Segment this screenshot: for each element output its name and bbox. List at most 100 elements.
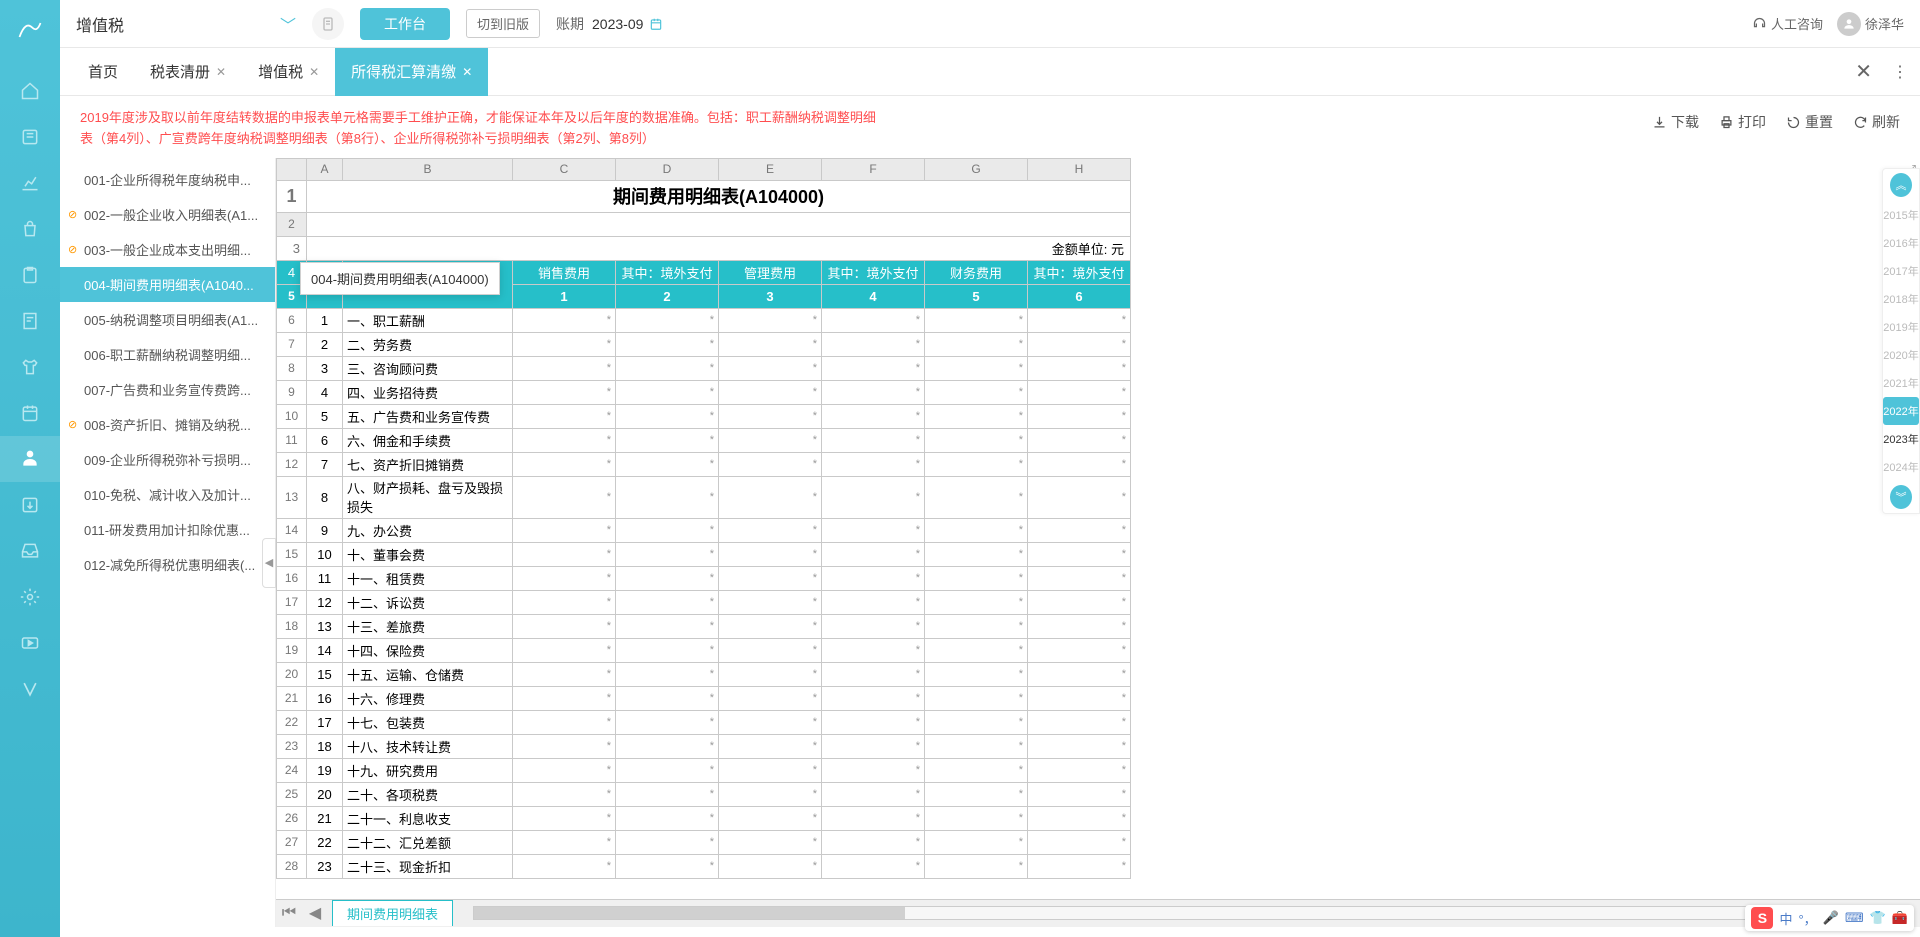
tab-label: 所得税汇算清缴 (351, 61, 456, 82)
form-list-item[interactable]: 006-职工薪酬纳税调整明细... (60, 337, 275, 372)
table-row[interactable]: 2116十六、修理费****** (277, 686, 1131, 710)
print-button[interactable]: 打印 (1719, 112, 1766, 132)
tab-3[interactable]: 所得税汇算清缴 ✕ (335, 48, 488, 96)
table-row[interactable]: 2217十七、包装费****** (277, 710, 1131, 734)
nav-clipboard-icon[interactable] (0, 252, 60, 298)
year-up-icon[interactable]: ︽ (1890, 173, 1912, 197)
table-row[interactable]: 2621二十一、利息收支****** (277, 806, 1131, 830)
doc-icon-button[interactable] (312, 8, 344, 40)
table-row[interactable]: 1813十三、差旅费****** (277, 614, 1131, 638)
period-picker[interactable]: 2023-09 (592, 16, 663, 32)
ime-tool-icon[interactable]: 🧰 (1892, 910, 1908, 926)
nav-home-icon[interactable] (0, 68, 60, 114)
form-item-label: 004-期间费用明细表(A1040... (84, 278, 254, 293)
nav-settings-icon[interactable] (0, 574, 60, 620)
table-row[interactable]: 72二、劳务费****** (277, 332, 1131, 356)
close-icon[interactable]: ✕ (462, 65, 472, 79)
close-icon[interactable]: ✕ (216, 65, 226, 79)
sheet-tab-first-icon[interactable]: ⏮ (276, 904, 302, 922)
download-button[interactable]: 下载 (1652, 112, 1699, 132)
table-row[interactable]: 127七、资产折旧摊销费****** (277, 452, 1131, 476)
year-button[interactable]: 2023年 (1883, 425, 1919, 453)
refresh-button[interactable]: 刷新 (1853, 112, 1900, 132)
tab-more-icon[interactable]: ⋮ (1892, 62, 1908, 82)
year-button[interactable]: 2015年 (1883, 201, 1919, 229)
year-button[interactable]: 2018年 (1883, 285, 1919, 313)
form-list-item[interactable]: 011-研发费用加计扣除优惠... (60, 512, 275, 547)
form-list-item[interactable]: 004-期间费用明细表(A1040... (60, 267, 275, 302)
sheet-tab[interactable]: 期间费用明细表 (332, 900, 453, 926)
form-list-item[interactable]: 005-纳税调整项目明细表(A1... (60, 302, 275, 337)
table-row[interactable]: 1510十、董事会费****** (277, 542, 1131, 566)
year-button[interactable]: 2021年 (1883, 369, 1919, 397)
table-row[interactable]: 2015十五、运输、仓储费****** (277, 662, 1131, 686)
tab-label: 首页 (88, 61, 118, 82)
consult-button[interactable]: 人工咨询 (1752, 14, 1823, 33)
company-select[interactable]: 增值税 ﹀ (76, 12, 296, 36)
close-icon[interactable]: ✕ (309, 65, 319, 79)
tab-1[interactable]: 税表清册 ✕ (134, 48, 242, 96)
form-list-item[interactable]: 012-减免所得税优惠明细表(... (60, 547, 275, 582)
nav-shirt-icon[interactable] (0, 344, 60, 390)
workbench-button[interactable]: 工作台 (360, 8, 450, 40)
nav-receipt-icon[interactable] (0, 298, 60, 344)
table-row[interactable]: 138八、财产损耗、盘亏及毁损损失****** (277, 476, 1131, 518)
table-row[interactable]: 149九、办公费****** (277, 518, 1131, 542)
ime-skin-icon[interactable]: 👕 (1870, 910, 1886, 926)
form-list-item[interactable]: ⊘008-资产折旧、摊销及纳税... (60, 407, 275, 442)
form-list-item[interactable]: 007-广告费和业务宣传费跨... (60, 372, 275, 407)
ime-keyboard-icon[interactable]: ⌨ (1845, 910, 1864, 926)
nav-inbox-icon[interactable] (0, 528, 60, 574)
nav-book-icon[interactable] (0, 114, 60, 160)
ime-logo-icon[interactable]: S (1751, 907, 1773, 929)
year-button[interactable]: 2022年 (1883, 397, 1919, 425)
tab-0[interactable]: 首页 (72, 48, 134, 96)
collapse-form-list-button[interactable]: ◀ (262, 538, 276, 588)
user-menu[interactable]: 徐泽华 (1837, 12, 1904, 36)
form-list-item[interactable]: 001-企业所得税年度纳税申... (60, 162, 275, 197)
table-row[interactable]: 116六、佣金和手续费****** (277, 428, 1131, 452)
close-all-tabs-button[interactable]: ✕ (1847, 59, 1880, 84)
nav-bag-icon[interactable] (0, 206, 60, 252)
ime-mic-icon[interactable]: 🎤 (1823, 910, 1839, 926)
form-list-item[interactable]: ⊘003-一般企业成本支出明细... (60, 232, 275, 267)
form-list-item[interactable]: ⊘002-一般企业收入明细表(A1... (60, 197, 275, 232)
nav-tax-icon[interactable] (0, 436, 60, 482)
table-row[interactable]: 83三、咨询顾问费****** (277, 356, 1131, 380)
nav-export-icon[interactable] (0, 482, 60, 528)
year-down-icon[interactable]: ︾ (1890, 485, 1912, 509)
nav-video-icon[interactable] (0, 620, 60, 666)
year-button[interactable]: 2019年 (1883, 313, 1919, 341)
form-list-item[interactable]: 010-免税、减计收入及加计... (60, 477, 275, 512)
tab-2[interactable]: 增值税 ✕ (242, 48, 335, 96)
table-row[interactable]: 1712十二、诉讼费****** (277, 590, 1131, 614)
nav-v-icon[interactable] (0, 666, 60, 712)
year-button[interactable]: 2020年 (1883, 341, 1919, 369)
table-row[interactable]: 2318十八、技术转让费****** (277, 734, 1131, 758)
form-item-label: 001-企业所得税年度纳税申... (84, 173, 251, 188)
ime-punct-icon[interactable]: °， (1798, 909, 1816, 928)
sheet-hscrollbar[interactable] (473, 906, 1910, 920)
ime-lang[interactable]: 中 (1779, 909, 1792, 928)
nav-chart-icon[interactable] (0, 160, 60, 206)
form-list-item[interactable]: 009-企业所得税弥补亏损明... (60, 442, 275, 477)
table-row[interactable]: 61一、职工薪酬****** (277, 308, 1131, 332)
table-row[interactable]: 105五、广告费和业务宣传费****** (277, 404, 1131, 428)
table-row[interactable]: 2823二十三、现金折扣****** (277, 854, 1131, 878)
nav-calendar-icon[interactable] (0, 390, 60, 436)
year-button[interactable]: 2016年 (1883, 229, 1919, 257)
table-row[interactable]: 2722二十二、汇兑差额****** (277, 830, 1131, 854)
table-row[interactable]: 2520二十、各项税费****** (277, 782, 1131, 806)
table-row[interactable]: 1914十四、保险费****** (277, 638, 1131, 662)
reset-button[interactable]: 重置 (1786, 112, 1833, 132)
table-row[interactable]: 1611十一、租赁费****** (277, 566, 1131, 590)
table-row[interactable]: 2419十九、研究费用****** (277, 758, 1131, 782)
tab-label: 税表清册 (150, 61, 210, 82)
sheet-tab-prev-icon[interactable]: ◀ (302, 903, 328, 923)
company-name: 增值税 (76, 12, 124, 36)
year-button[interactable]: 2024年 (1883, 453, 1919, 481)
tab-label: 增值税 (258, 61, 303, 82)
table-row[interactable]: 94四、业务招待费****** (277, 380, 1131, 404)
year-button[interactable]: 2017年 (1883, 257, 1919, 285)
old-version-button[interactable]: 切到旧版 (466, 9, 540, 38)
